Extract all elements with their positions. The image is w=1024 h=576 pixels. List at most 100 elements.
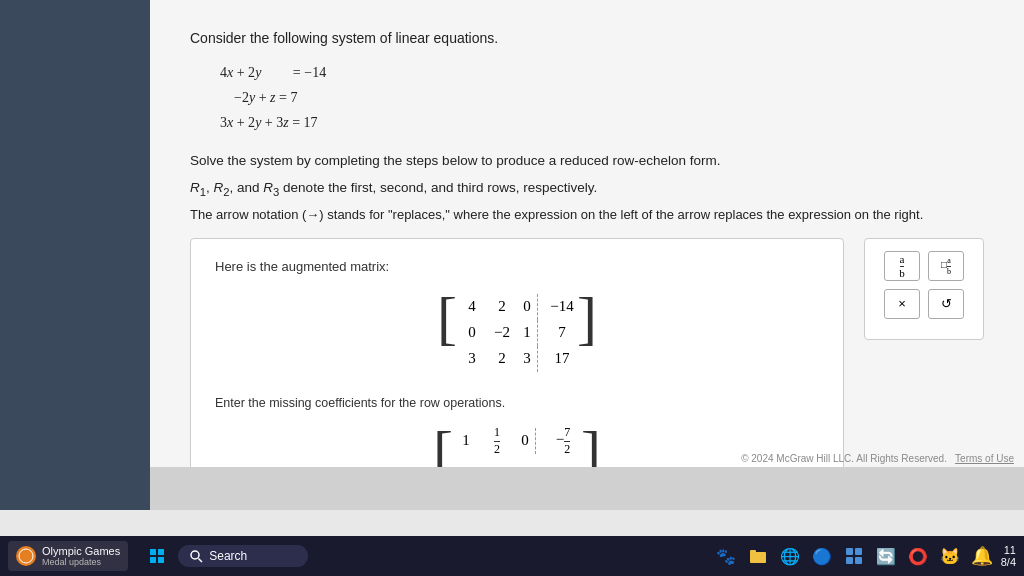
windows-icon [149, 548, 165, 564]
mixed-number-button[interactable]: □ab [928, 251, 964, 281]
res-c2: 1 2 [479, 425, 515, 457]
res-c1: 1 [453, 432, 479, 449]
svg-point-0 [19, 549, 33, 563]
mf-num: a [947, 256, 951, 267]
svg-rect-11 [846, 557, 853, 564]
fraction-7-2: 72 [564, 425, 570, 457]
augmented-matrix: [ 4 2 0 −14 0 −2 1 7 [215, 290, 819, 376]
svg-line-6 [199, 558, 203, 562]
frac-num: 1 [494, 425, 500, 442]
copyright: © 2024 McGraw Hill LLC. All Rights Reser… [741, 453, 1014, 464]
cell-r1c4: −14 [547, 298, 577, 315]
toolbar-row-1: a b □ab [877, 251, 971, 281]
svg-rect-9 [846, 548, 853, 555]
divider-r2 [537, 320, 547, 346]
cell-r2c4: 7 [547, 324, 577, 341]
instruction-2: R1, R2, and R3 denote the first, second,… [190, 177, 984, 201]
olympic-app-sublabel: Medal updates [42, 557, 120, 567]
equation-1: 4x + 2y = −14 [220, 60, 984, 85]
arrow-note: The arrow notation (→) stands for "repla… [190, 207, 984, 222]
mixed-frac-icon: ab [947, 256, 951, 276]
cell-r3c3: 3 [517, 350, 537, 367]
fraction-icon: a b [899, 253, 905, 279]
cell-r1c3: 0 [517, 298, 537, 315]
frac-7-num: 7 [564, 425, 570, 442]
clear-button[interactable]: × [884, 289, 920, 319]
taskbar-icon-2[interactable] [745, 543, 771, 569]
taskbar-icon-4[interactable]: 🔵 [809, 543, 835, 569]
res-c3: 0 [515, 432, 535, 449]
cell-r1c1: 4 [457, 298, 487, 315]
taskbar-icon-6[interactable]: 🔄 [873, 543, 899, 569]
toolbar-panel: a b □ab × ↺ [864, 238, 984, 340]
copyright-text: © 2024 McGraw Hill LLC. All Rights Reser… [741, 453, 947, 464]
taskbar-icon-1[interactable]: 🐾 [713, 543, 739, 569]
mixed-icon: □ab [941, 256, 951, 276]
equations-block: 4x + 2y = −14 −2y + z = 7 3x + 2y + 3z =… [220, 60, 984, 136]
search-icon [190, 550, 203, 563]
left-bracket: [ [437, 290, 457, 376]
svg-rect-7 [750, 552, 766, 563]
folder-icon [749, 547, 767, 565]
continue-bar: Continue [150, 467, 1024, 510]
terms-of-use-link[interactable]: Terms of Use [955, 453, 1014, 464]
svg-rect-10 [855, 548, 862, 555]
svg-rect-1 [150, 549, 156, 555]
svg-rect-3 [150, 557, 156, 563]
cell-r2c2: −2 [487, 324, 517, 341]
taskbar-app-olympic[interactable]: Olympic Games Medal updates [8, 541, 128, 571]
divider-r1 [537, 294, 547, 320]
taskbar-icon-5[interactable] [841, 543, 867, 569]
problem-intro: Consider the following system of linear … [190, 30, 984, 46]
sidebar [0, 0, 150, 510]
cell-r3c2: 2 [487, 350, 517, 367]
cell-r3c1: 3 [457, 350, 487, 367]
taskbar-search[interactable]: Search [178, 545, 308, 567]
mf-den: b [947, 267, 951, 276]
taskbar-icon-8[interactable]: 🐱 [937, 543, 963, 569]
svg-point-5 [191, 551, 199, 559]
taskbar-right-icons: 🐾 🌐 🔵 🔄 ⭕ 🐱 🔔 11 8/4 [713, 543, 1016, 569]
taskbar-icon-7[interactable]: ⭕ [905, 543, 931, 569]
instruction-1: Solve the system by completing the steps… [190, 150, 984, 172]
fraction-half: 1 2 [494, 425, 500, 457]
olympic-app-text: Olympic Games Medal updates [42, 545, 120, 567]
matrix-inner: 4 2 0 −14 0 −2 1 7 3 2 3 [457, 290, 577, 376]
undo-icon: ↺ [941, 296, 952, 311]
clear-icon: × [898, 296, 906, 311]
row-ops-label: Enter the missing coefficients for the r… [215, 396, 819, 410]
taskbar-clock: 11 [1004, 544, 1016, 556]
frac-den: 2 [494, 442, 500, 457]
search-label: Search [209, 549, 247, 563]
augmented-label: Here is the augmented matrix: [215, 259, 819, 274]
taskbar-date: 8/4 [1001, 556, 1016, 568]
taskbar-icon-3[interactable]: 🌐 [777, 543, 803, 569]
taskbar: Olympic Games Medal updates Search 🐾 🌐 [0, 536, 1024, 576]
undo-button[interactable]: ↺ [928, 289, 964, 319]
svg-rect-4 [158, 557, 164, 563]
divider-r3 [537, 346, 547, 372]
cell-r3c4: 17 [547, 350, 577, 367]
matrix-wrapper: [ 4 2 0 −14 0 −2 1 7 [437, 290, 597, 376]
cell-r2c3: 1 [517, 324, 537, 341]
result-divider [535, 428, 545, 454]
cell-r2c1: 0 [457, 324, 487, 341]
grid-icon [845, 547, 863, 565]
main-content: Consider the following system of linear … [150, 0, 1024, 510]
olympic-app-icon [16, 546, 36, 566]
res-c4: −72 [545, 425, 581, 457]
olympic-icon-svg [18, 548, 34, 564]
equation-2: −2y + z = 7 [220, 85, 984, 110]
windows-button[interactable] [144, 543, 170, 569]
olympic-app-label: Olympic Games [42, 545, 120, 557]
svg-rect-2 [158, 549, 164, 555]
fraction-button[interactable]: a b [884, 251, 920, 281]
cell-r1c2: 2 [487, 298, 517, 315]
svg-rect-8 [750, 550, 756, 553]
frac-icon-den: b [899, 267, 905, 279]
toolbar-row-2: × ↺ [877, 289, 971, 319]
frac-7-den: 2 [564, 442, 570, 457]
equation-3: 3x + 2y + 3z = 17 [220, 110, 984, 135]
taskbar-time: 11 8/4 [1001, 544, 1016, 568]
taskbar-icon-9[interactable]: 🔔 [969, 543, 995, 569]
